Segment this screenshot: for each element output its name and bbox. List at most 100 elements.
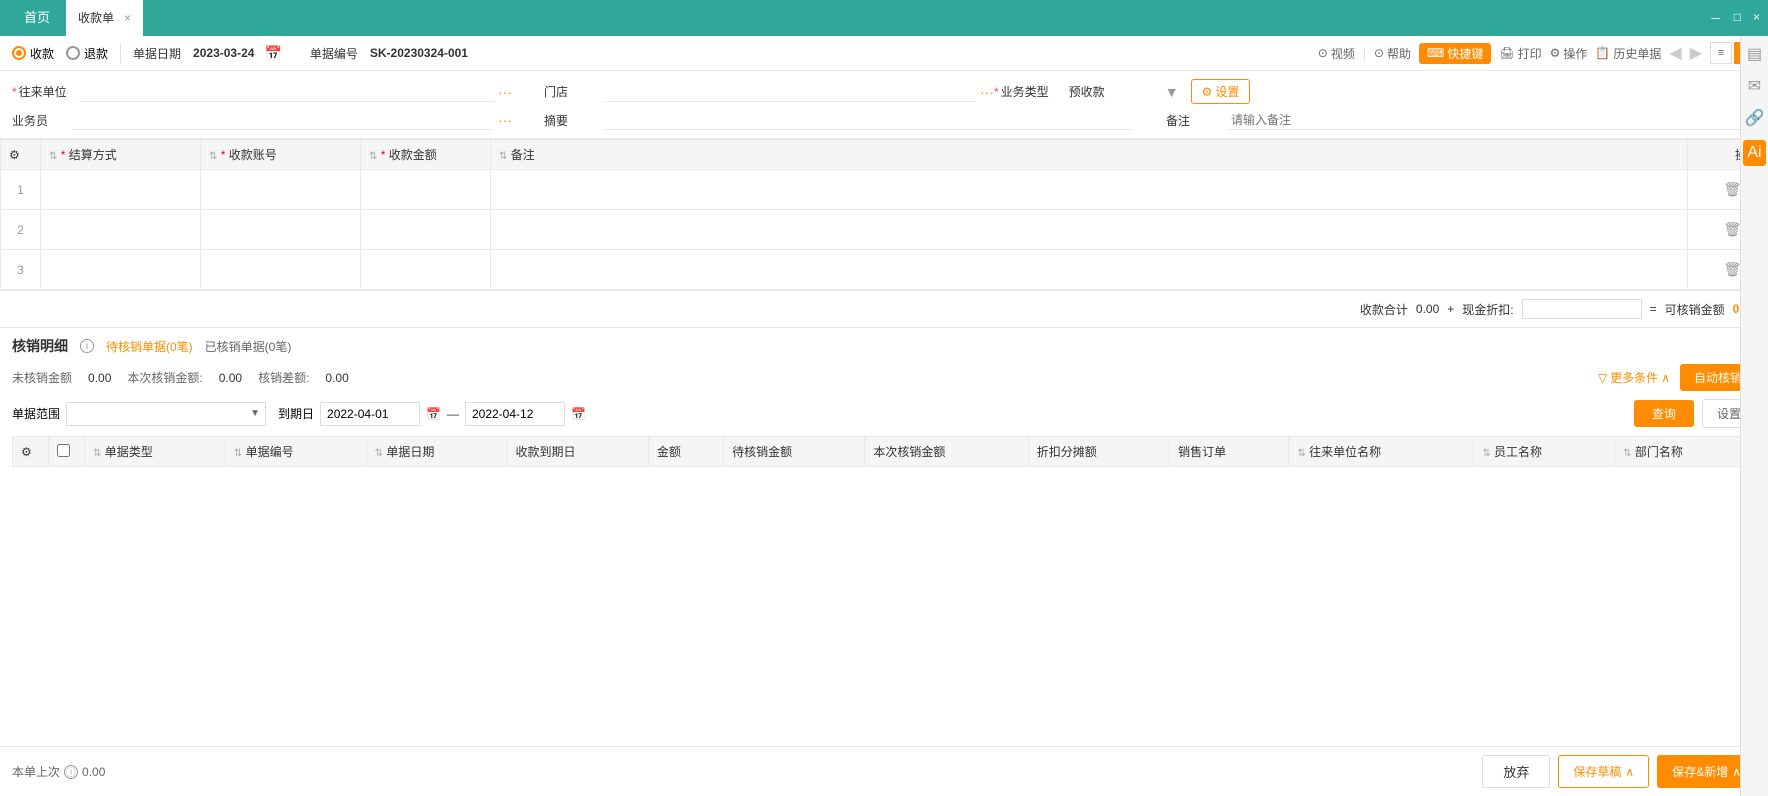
pending-tab[interactable]: 待核销单据(0笔): [106, 338, 193, 355]
wth-sales-order: 销售订单: [1170, 437, 1289, 467]
remark-input[interactable]: [1226, 110, 1756, 130]
writeoff-stats: 未核销金额 0.00 本次核销金额: 0.00 核销差额: 0.00 ▽ 更多条…: [12, 364, 1756, 391]
row-3-account[interactable]: [201, 250, 361, 290]
save-draft-btn[interactable]: 保存草稿 ∧: [1558, 755, 1649, 788]
video-icon: ⊙: [1318, 46, 1328, 60]
discount-input[interactable]: [1522, 299, 1642, 319]
wth-type: ⇅ 单据类型: [85, 437, 226, 467]
row-1-delete-icon[interactable]: 🗑: [1723, 181, 1741, 198]
summary-input[interactable]: [604, 110, 1134, 130]
th-settings[interactable]: ⚙: [1, 140, 41, 170]
date-start-cal-icon[interactable]: 📅: [426, 407, 441, 421]
row-1-amount[interactable]: [361, 170, 491, 210]
biz-type-dropdown-icon[interactable]: ▼: [1165, 84, 1179, 100]
history-icon: 📋: [1595, 46, 1610, 60]
wth-staff-sort[interactable]: ⇅: [1482, 448, 1490, 459]
wth-date-sort[interactable]: ⇅: [375, 448, 383, 459]
date-cal-icon[interactable]: 📅: [264, 45, 281, 62]
sort-icon[interactable]: ⇅: [49, 151, 57, 162]
store-more-icon[interactable]: ···: [980, 84, 994, 100]
counterpart-more-icon[interactable]: ···: [498, 84, 512, 100]
date-end-input[interactable]: [465, 402, 565, 426]
date-start-input[interactable]: [320, 402, 420, 426]
wth-settings[interactable]: ⚙: [13, 437, 49, 467]
help-btn[interactable]: ⊙ 帮助: [1374, 45, 1411, 62]
wth-checkbox-input[interactable]: [57, 444, 70, 457]
date-end-cal-icon[interactable]: 📅: [571, 407, 586, 421]
row-1-account[interactable]: [201, 170, 361, 210]
toolbar-divider: [120, 43, 121, 63]
sort-icon2[interactable]: ⇅: [209, 151, 217, 162]
nav-prev-icon[interactable]: ◀: [1669, 43, 1681, 63]
wth-num-sort[interactable]: ⇅: [234, 448, 242, 459]
wth-counterpart-sort[interactable]: ⇅: [1297, 448, 1305, 459]
wth-checkbox[interactable]: [49, 437, 85, 467]
done-tab[interactable]: 已核销单据(0笔): [205, 338, 292, 355]
row-3-remark[interactable]: [491, 250, 1688, 290]
layout-list-btn[interactable]: ≡: [1710, 42, 1732, 64]
operation-btn[interactable]: ⚙ 操作: [1550, 45, 1588, 62]
row-3-delete-icon[interactable]: 🗑: [1723, 261, 1741, 278]
row-2-amount[interactable]: [361, 210, 491, 250]
save-draft-chevron-icon: ∧: [1625, 765, 1634, 779]
form-row-2: 业务员 ··· 摘要 备注: [12, 110, 1756, 130]
row-3-amount[interactable]: [361, 250, 491, 290]
wth-dept-sort[interactable]: ⇅: [1623, 448, 1631, 459]
row-1-settlement[interactable]: [41, 170, 201, 210]
shortcut-btn[interactable]: ⌨ 快捷键: [1419, 43, 1491, 64]
diff-value: 0.00: [325, 371, 348, 385]
staff-input[interactable]: [72, 110, 494, 130]
num-label: 单据编号: [310, 45, 358, 62]
footer-this-order-label: 本单上次: [12, 763, 60, 780]
abandon-btn[interactable]: 放弃: [1482, 755, 1550, 788]
minimize-icon[interactable]: －: [1710, 10, 1722, 27]
date-separator: —: [447, 407, 459, 421]
th-amount: ⇅ * 收款金额: [361, 140, 491, 170]
radio-shou[interactable]: 收款: [12, 45, 54, 62]
radio-tui[interactable]: 退款: [66, 45, 108, 62]
filter-left: 单据范围 ▼ 到期日 📅 — 📅: [12, 402, 586, 426]
tab-home[interactable]: 首页: [8, 0, 66, 36]
row-2-remark[interactable]: [491, 210, 1688, 250]
row-2-settlement[interactable]: [41, 210, 201, 250]
row-2-delete-icon[interactable]: 🗑: [1723, 221, 1741, 238]
maximize-icon[interactable]: □: [1734, 10, 1741, 27]
print-btn[interactable]: 🖨 打印: [1499, 45, 1541, 62]
nav-next-icon[interactable]: ▶: [1690, 43, 1702, 63]
settings-btn[interactable]: ⚙ 设置: [1191, 79, 1251, 104]
tab-active[interactable]: 收款单 ×: [66, 0, 143, 36]
more-conditions-btn[interactable]: ▽ 更多条件 ∧: [1598, 369, 1670, 386]
wth-this-amount-label: 本次核销金额: [873, 445, 945, 459]
sort-icon4[interactable]: ⇅: [499, 151, 507, 162]
range-select[interactable]: [66, 402, 266, 426]
row-3-settlement[interactable]: [41, 250, 201, 290]
wth-settings-icon: ⚙: [21, 445, 32, 459]
table-wrapper: ⚙ ⇅ * 结算方式 ⇅ * 收款账号 ⇅ * 收款: [0, 139, 1768, 291]
video-btn[interactable]: ⊙ 视频: [1318, 45, 1355, 62]
query-btn[interactable]: 查询: [1634, 400, 1694, 427]
close-icon[interactable]: ×: [1753, 10, 1760, 27]
staff-more-icon[interactable]: ···: [498, 112, 512, 128]
sidebar-mail-icon[interactable]: ✉: [1748, 76, 1761, 96]
sidebar-ai-icon[interactable]: Ai: [1743, 140, 1765, 166]
writeoff-info-icon[interactable]: i: [80, 339, 94, 353]
range-dropdown[interactable]: ▼: [66, 402, 266, 426]
row-2-account[interactable]: [201, 210, 361, 250]
tab-close-icon[interactable]: ×: [124, 0, 131, 36]
wth-type-sort[interactable]: ⇅: [93, 448, 101, 459]
history-btn[interactable]: 📋 历史单据: [1595, 45, 1661, 62]
store-input[interactable]: [604, 82, 976, 102]
filter-right: 查询 设置: [1634, 399, 1756, 428]
sort-icon3[interactable]: ⇅: [369, 151, 377, 162]
sidebar-link-icon[interactable]: 🔗: [1745, 108, 1765, 128]
th-settlement-required: *: [61, 148, 66, 162]
history-label: 历史单据: [1613, 45, 1661, 62]
sidebar-table-icon[interactable]: ▤: [1747, 44, 1762, 64]
row-1-remark[interactable]: [491, 170, 1688, 210]
counterpart-input[interactable]: [79, 82, 494, 102]
table-row: 1 🗑 ⊕: [1, 170, 1768, 210]
save-draft-label: 保存草稿: [1573, 763, 1621, 780]
footer-info-icon[interactable]: ⓘ: [64, 765, 78, 779]
store-label: 门店: [544, 83, 604, 100]
wth-num-label: 单据编号: [246, 445, 294, 459]
